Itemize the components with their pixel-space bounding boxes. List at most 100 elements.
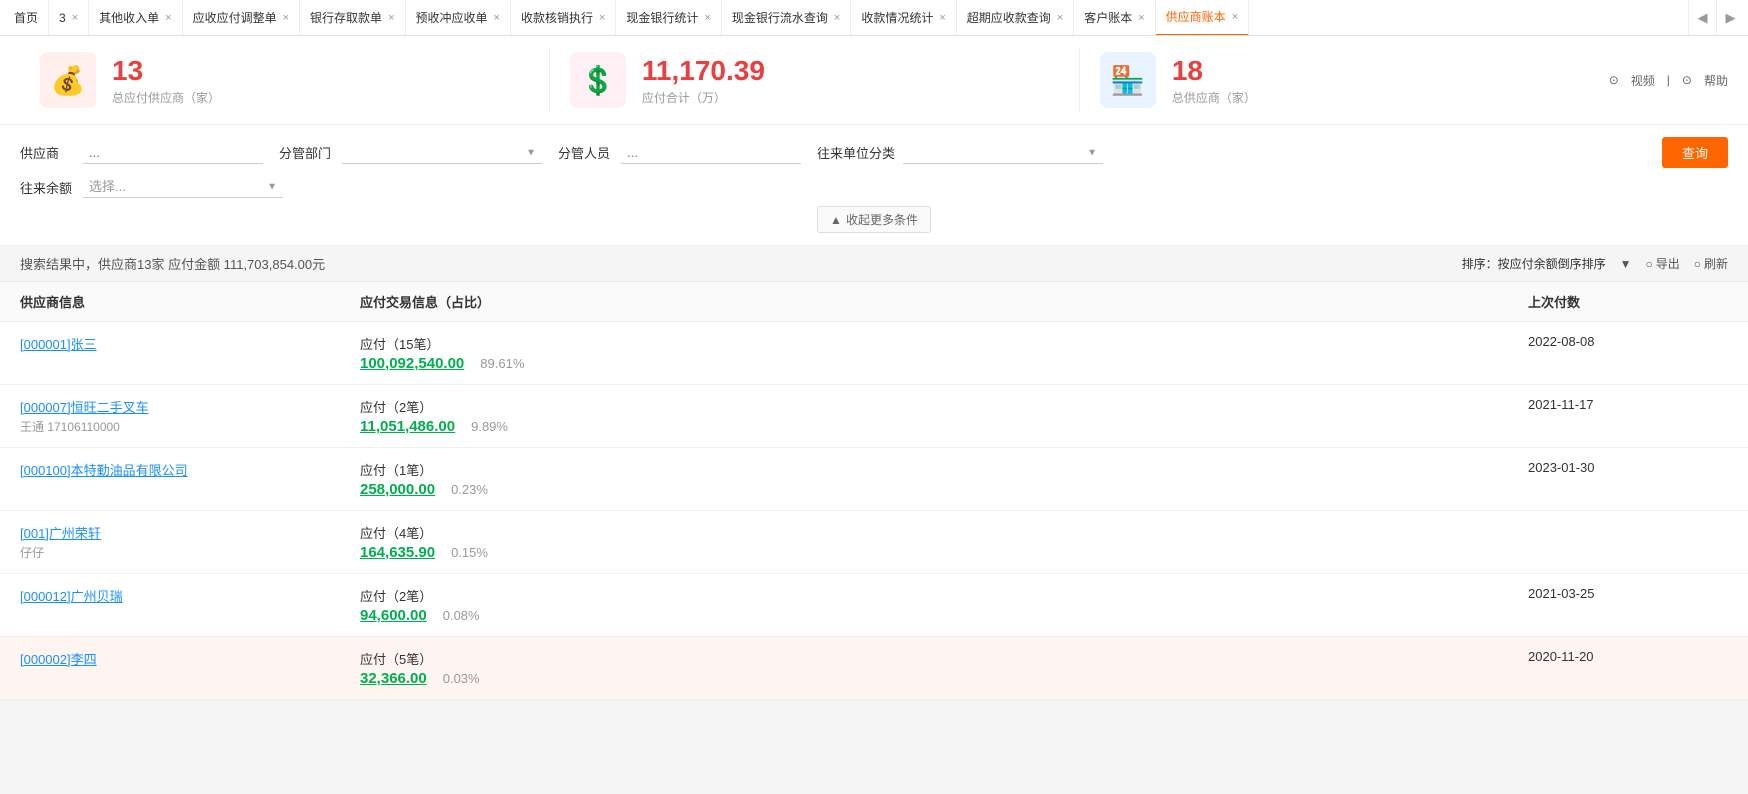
summary-value-payable-amount: 11,170.39: [642, 55, 765, 87]
close-tab-collection-verify[interactable]: ×: [599, 12, 605, 24]
nav-tab-overdue-ar[interactable]: 超期应收款查询×: [957, 0, 1074, 36]
balance-select[interactable]: 选择...: [83, 176, 283, 198]
supplier-input[interactable]: [83, 142, 263, 164]
table-rows-container: [000001]张三 应付（15笔）100,092,540.0089.61% 202…: [0, 322, 1748, 700]
close-tab-cash-bank-stat[interactable]: ×: [704, 12, 710, 24]
filter-dept: 分管部门: [279, 142, 542, 164]
supplier-name-row-1: [000001]张三: [20, 334, 360, 353]
supplier-name-row-5: [000012]广州贝瑞: [20, 586, 360, 605]
supplier-name-row-6: [000002]李四: [20, 649, 360, 668]
close-tab-bank-deposit[interactable]: ×: [388, 12, 394, 24]
transaction-percent-row-3: 0.23%: [451, 482, 488, 497]
amount-row-row-6: 32,366.000.03%: [360, 670, 1528, 687]
collapse-button[interactable]: ▲ 收起更多条件: [817, 206, 931, 233]
supplier-link-row-3[interactable]: [000100]本特勤油品有限公司: [20, 463, 188, 478]
summary-item-total-suppliers: 🏪 18总供应商（家）: [1080, 48, 1609, 112]
nav-tab-customer-ledger[interactable]: 客户账本×: [1074, 0, 1155, 36]
col-header-supplier: 供应商信息: [20, 292, 360, 311]
transaction-amount-row-6[interactable]: 32,366.00: [360, 670, 427, 687]
close-tab-supplier-ledger[interactable]: ×: [1232, 11, 1238, 23]
supplier-info-row-4: [001]广州荣轩仔仔: [20, 523, 360, 561]
query-button[interactable]: 查询: [1662, 137, 1728, 168]
nav-tab-home[interactable]: 首页: [4, 0, 49, 36]
supplier-link-row-4[interactable]: [001]广州荣轩: [20, 526, 101, 541]
close-tab-tab3[interactable]: ×: [72, 12, 78, 24]
transaction-amount-row-4[interactable]: 164,635.90: [360, 544, 435, 561]
top-right-links: ⊙ 视频 | ⊙ 帮助: [1609, 72, 1728, 89]
transaction-info-row-1: 应付（15笔）100,092,540.0089.61%: [360, 334, 1528, 372]
nav-tab-pre-ar[interactable]: 预收冲应收单×: [406, 0, 511, 36]
filter-row-1: 供应商 分管部门 分管人员 往来单位分类 查询: [20, 137, 1728, 168]
supplier-link-row-6[interactable]: [000002]李四: [20, 652, 97, 667]
nav-tab-collection-verify[interactable]: 收款核销执行×: [511, 0, 616, 36]
amount-row-row-3: 258,000.00 0.23%: [360, 481, 1528, 498]
close-tab-customer-ledger[interactable]: ×: [1138, 12, 1144, 24]
supplier-sub-row-2: 王通 17106110000: [20, 418, 360, 435]
summary-bar: 💰13总应付供应商（家）💲11,170.39应付合计（万）🏪18总供应商（家） …: [0, 36, 1748, 125]
close-tab-cash-bank-flow[interactable]: ×: [834, 12, 840, 24]
supplier-name-row-2: [000007]恒旺二手叉车: [20, 397, 360, 416]
summary-value-payable-suppliers: 13: [112, 55, 220, 87]
table-header: 供应商信息 应付交易信息（占比） 上次付数: [0, 282, 1748, 322]
nav-tab-other-income[interactable]: 其他收入单×: [89, 0, 182, 36]
close-tab-collection-stat[interactable]: ×: [939, 12, 945, 24]
help-icon: ⊙: [1682, 73, 1692, 87]
filter-balance: 往来余额 选择...: [20, 176, 283, 198]
filter-area: 供应商 分管部门 分管人员 往来单位分类 查询 往来: [0, 125, 1748, 246]
export-link[interactable]: ○ 导出: [1645, 255, 1679, 272]
nav-tab-tab3[interactable]: 3×: [49, 0, 89, 36]
nav-left-arrow[interactable]: ◀: [1688, 0, 1716, 36]
summary-icon-total-suppliers: 🏪: [1100, 52, 1156, 108]
transaction-info-row-2: 应付（2笔） 11,051,486.009.89%: [360, 397, 1528, 435]
supplier-link-row-1[interactable]: [000001]张三: [20, 337, 97, 352]
transaction-info-row-4: 应付（4笔）164,635.900.15%: [360, 523, 1528, 561]
transaction-amount-row-5[interactable]: 94,600.00: [360, 607, 427, 624]
amount-row-row-2: 11,051,486.009.89%: [360, 418, 1528, 435]
transaction-label-row-2: 应付（2笔）: [360, 397, 1528, 416]
amount-row-row-5: 94,600.000.08%: [360, 607, 1528, 624]
col-header-transaction: 应付交易信息（占比）: [360, 292, 1528, 311]
nav-tab-cash-bank-stat[interactable]: 现金银行统计×: [616, 0, 721, 36]
separator: |: [1667, 73, 1670, 87]
nav-tab-cash-bank-flow[interactable]: 现金银行流水查询×: [722, 0, 851, 36]
last-pay-row-6: 2020-11-20: [1528, 649, 1728, 664]
filter-row-2: 往来余额 选择...: [20, 176, 1728, 198]
transaction-label-row-3: 应付（1笔）: [360, 460, 1528, 479]
close-tab-overdue-ar[interactable]: ×: [1057, 12, 1063, 24]
person-input[interactable]: [621, 142, 801, 164]
transaction-label-row-5: 应付（2笔）: [360, 586, 1528, 605]
result-bar: 搜索结果中，供应商13家 应付金额 111,703,854.00元 排序：按应付…: [0, 246, 1748, 282]
summary-text-payable-suppliers: 13 总应付供应商（家）: [112, 55, 220, 106]
category-select[interactable]: [903, 142, 1103, 164]
summary-item-payable-amount: 💲11,170.39应付合计（万）: [550, 48, 1080, 112]
supplier-name-row-3: [000100]本特勤油品有限公司: [20, 460, 360, 479]
export-label: 导出: [1656, 255, 1680, 272]
table-row: [000001]张三应付（15笔）100,092,540.0089.61%202…: [0, 322, 1748, 385]
category-label: 往来单位分类: [817, 143, 895, 162]
nav-tab-supplier-ledger[interactable]: 供应商账本×: [1156, 0, 1249, 36]
supplier-link-row-2[interactable]: [000007]恒旺二手叉车: [20, 400, 149, 415]
transaction-label-row-6: 应付（5笔）: [360, 649, 1528, 668]
transaction-amount-row-2[interactable]: 11,051,486.00: [360, 418, 455, 435]
close-tab-ar-ap-adjust[interactable]: ×: [283, 12, 289, 24]
table-row: [000100]本特勤油品有限公司应付（1笔）258,000.000.23%20…: [0, 448, 1748, 511]
summary-label-payable-suppliers: 总应付供应商（家）: [112, 89, 220, 106]
transaction-amount-row-1[interactable]: 100,092,540.00: [360, 355, 464, 372]
dept-select[interactable]: [342, 142, 542, 164]
video-icon: ⊙: [1609, 73, 1619, 87]
close-tab-other-income[interactable]: ×: [165, 12, 171, 24]
data-table: 供应商信息 应付交易信息（占比） 上次付数 [000001]张三 应付（15笔）1…: [0, 282, 1748, 700]
nav-tab-bank-deposit[interactable]: 银行存取款单×: [300, 0, 405, 36]
nav-tab-ar-ap-adjust[interactable]: 应收应付调整单×: [183, 0, 300, 36]
refresh-label: 刷新: [1704, 255, 1728, 272]
supplier-link-row-5[interactable]: [000012]广州贝瑞: [20, 589, 123, 604]
close-tab-pre-ar[interactable]: ×: [494, 12, 500, 24]
refresh-link[interactable]: ○ 刷新: [1694, 255, 1728, 272]
help-link[interactable]: 帮助: [1704, 72, 1728, 89]
nav-tab-collection-stat[interactable]: 收款情况统计×: [851, 0, 956, 36]
nav-right-arrow[interactable]: ▶: [1716, 0, 1744, 36]
summary-text-total-suppliers: 18总供应商（家）: [1172, 55, 1256, 106]
summary-item-payable-suppliers: 💰13总应付供应商（家）: [20, 48, 550, 112]
video-link[interactable]: 视频: [1631, 72, 1655, 89]
transaction-amount-row-3[interactable]: 258,000.00: [360, 481, 435, 498]
